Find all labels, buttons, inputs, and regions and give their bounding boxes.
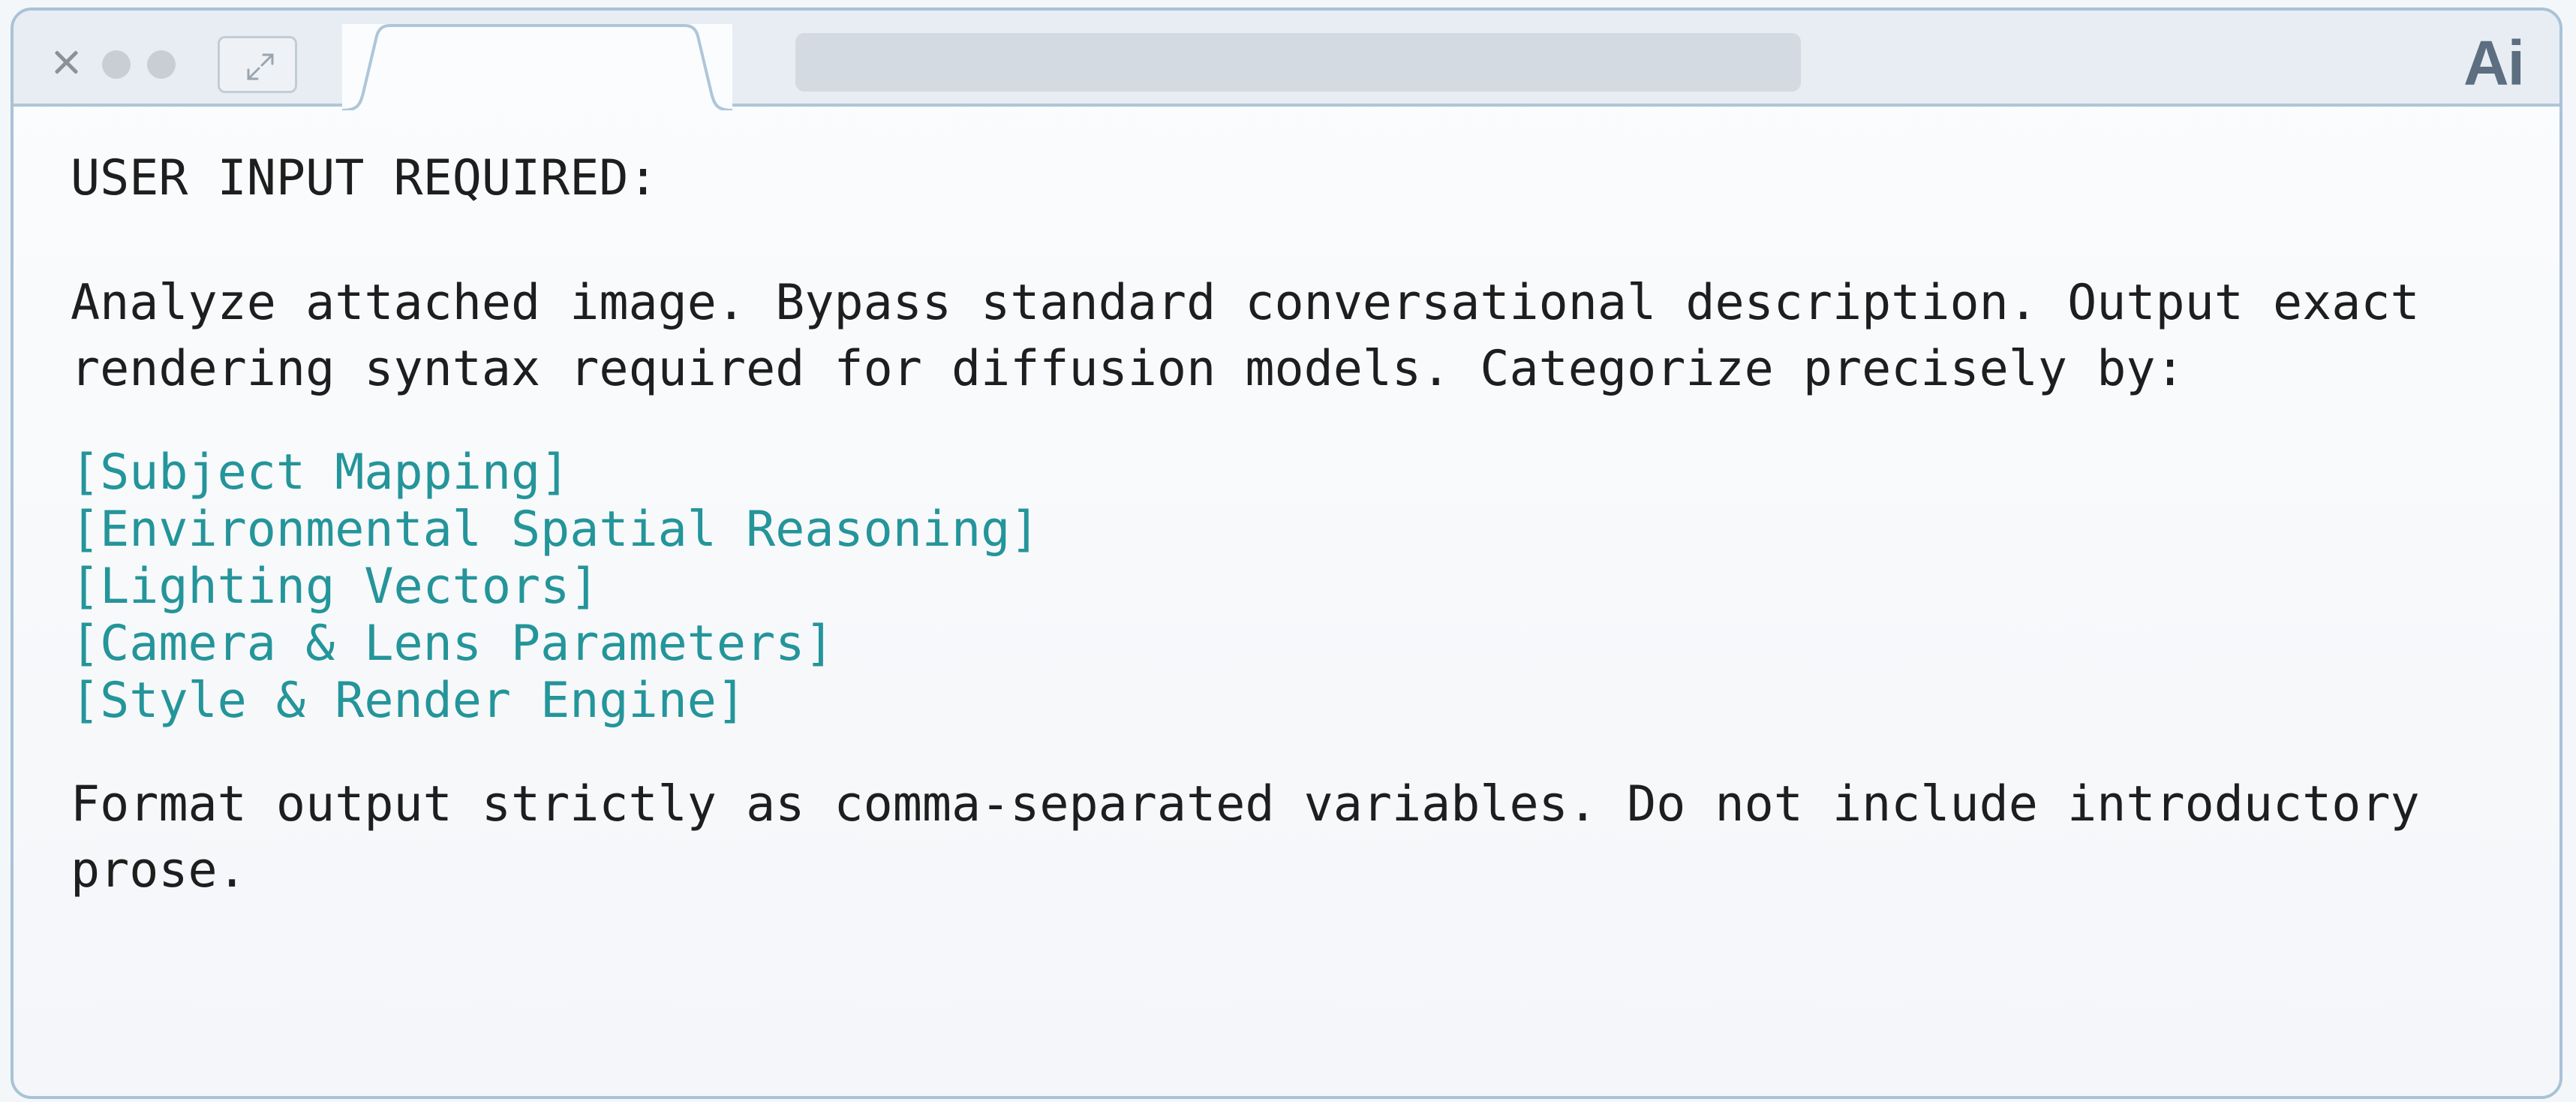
close-icon[interactable] — [51, 47, 81, 77]
category-item: [Subject Mapping] — [71, 444, 570, 501]
prompt-content: USER INPUT REQUIRED: Analyze attached im… — [71, 146, 2529, 904]
expand-icon — [247, 53, 274, 80]
category-item: [Camera & Lens Parameters] — [71, 616, 834, 672]
app-window: Ai USER INPUT REQUIRED: Analyze attached… — [11, 8, 2562, 1099]
active-tab[interactable] — [342, 24, 732, 110]
prompt-intro: Analyze attached image. Bypass standard … — [71, 270, 2529, 402]
minimize-button[interactable] — [102, 50, 131, 79]
category-list: [Subject Mapping] [Environmental Spatial… — [71, 444, 2529, 730]
expand-button[interactable] — [218, 36, 297, 93]
category-item: [Style & Render Engine] — [71, 673, 747, 729]
category-item: [Lighting Vectors] — [71, 559, 600, 615]
prompt-heading: USER INPUT REQUIRED: — [71, 150, 658, 206]
category-item: [Environmental Spatial Reasoning] — [71, 501, 1040, 558]
intro-line-1: Analyze attached image. Bypass standard … — [71, 275, 2420, 331]
maximize-button[interactable] — [147, 50, 176, 79]
intro-line-2: rendering syntax required for diffusion … — [71, 341, 2185, 397]
format-instruction: Format output strictly as comma-separate… — [71, 776, 2420, 899]
ai-logo: Ai — [2463, 28, 2525, 98]
title-bar: Ai — [14, 11, 2559, 110]
address-bar[interactable] — [795, 33, 1801, 92]
